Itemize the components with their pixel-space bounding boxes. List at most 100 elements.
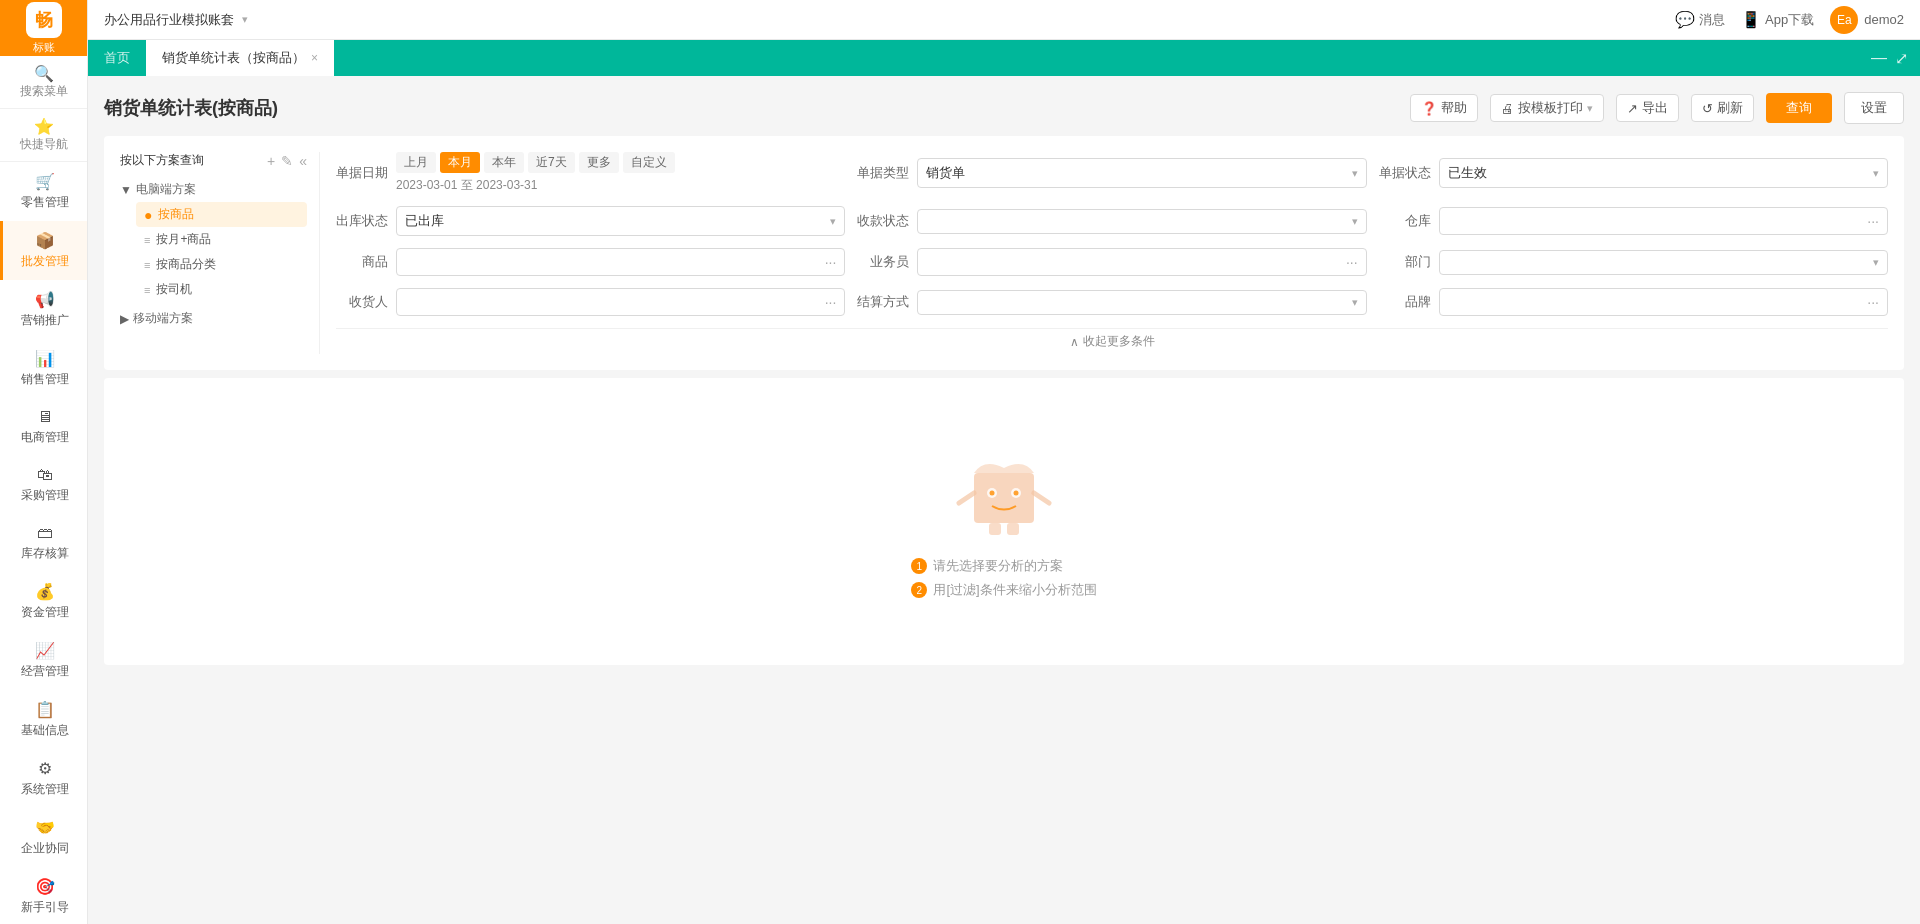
- date-tag-this-month[interactable]: 本月: [440, 152, 480, 173]
- settings-button[interactable]: 设置: [1844, 92, 1904, 124]
- sidebar-item-sales-label: 销售管理: [21, 371, 69, 388]
- app-logo: 畅 标账: [0, 0, 87, 56]
- filter-field-receiptstatus: 收款状态 ▾: [857, 206, 1366, 236]
- industry-dropdown-icon[interactable]: ▾: [242, 13, 248, 26]
- filter-field-docstatus: 单据状态 已生效 ▾: [1379, 152, 1888, 194]
- salesperson-dots-icon[interactable]: ···: [1346, 254, 1358, 270]
- goods-control[interactable]: ···: [396, 248, 845, 276]
- sidebar-item-inventory[interactable]: 🗃 库存核算: [0, 514, 87, 572]
- sidebar-item-ecommerce[interactable]: 🖥 电商管理: [0, 398, 87, 456]
- settlement-select[interactable]: ▾: [917, 290, 1366, 315]
- tip-num-1: 1: [911, 558, 927, 574]
- brand-control[interactable]: ···: [1439, 288, 1888, 316]
- search-menu[interactable]: 🔍 搜索菜单: [0, 56, 87, 109]
- sidebar-item-ecommerce-label: 电商管理: [21, 429, 69, 446]
- query-button[interactable]: 查询: [1766, 93, 1832, 123]
- scheme-edit-icon[interactable]: ✎: [281, 153, 293, 169]
- outstatus-control[interactable]: 已出库 ▾: [396, 206, 845, 236]
- salesperson-select[interactable]: ···: [917, 248, 1366, 276]
- window-min-icon[interactable]: —: [1871, 49, 1887, 67]
- scheme-item-by-goods[interactable]: ● 按商品: [136, 202, 307, 227]
- app-download-link[interactable]: 📱 App下载: [1741, 10, 1814, 29]
- brand-dots-icon[interactable]: ···: [1867, 294, 1879, 310]
- refresh-button[interactable]: ↺ 刷新: [1691, 94, 1754, 122]
- date-tag-custom[interactable]: 自定义: [623, 152, 675, 173]
- collapse-label: 收起更多条件: [1083, 333, 1155, 350]
- sidebar-item-operation[interactable]: 📈 经营管理: [0, 631, 87, 690]
- receiptstatus-select[interactable]: ▾: [917, 209, 1366, 234]
- sidebar-item-sales[interactable]: 📊 销售管理: [0, 339, 87, 398]
- warehouse-dots-icon[interactable]: ···: [1867, 213, 1879, 229]
- brand-select[interactable]: ···: [1439, 288, 1888, 316]
- goods-select[interactable]: ···: [396, 248, 845, 276]
- department-control[interactable]: ▾: [1439, 250, 1888, 275]
- date-tag-more[interactable]: 更多: [579, 152, 619, 173]
- scheme-add-icon[interactable]: +: [267, 153, 275, 169]
- sidebar-item-collab[interactable]: 🤝 企业协同: [0, 808, 87, 867]
- tab-active[interactable]: 销货单统计表（按商品） ×: [146, 40, 334, 76]
- doctype-control[interactable]: 销货单 ▾: [917, 158, 1366, 188]
- sidebar-item-marketing[interactable]: 📢 营销推广: [0, 280, 87, 339]
- salesperson-control[interactable]: ···: [917, 248, 1366, 276]
- window-max-icon[interactable]: ⤢: [1895, 49, 1908, 68]
- filter-row-4: 收货人 ··· 结算方式: [336, 288, 1888, 316]
- receiver-select[interactable]: ···: [396, 288, 845, 316]
- scheme-item-by-category[interactable]: ≡ 按商品分类: [136, 252, 307, 277]
- app-download-icon: 📱: [1741, 10, 1761, 29]
- page-title: 销货单统计表(按商品): [104, 96, 278, 120]
- scheme-item-by-driver[interactable]: ≡ 按司机: [136, 277, 307, 302]
- sidebar-item-purchase[interactable]: 🛍 采购管理: [0, 456, 87, 514]
- scheme-group-pc-title[interactable]: ▼ 电脑端方案: [120, 177, 307, 202]
- collapse-button[interactable]: ∧ 收起更多条件: [1070, 333, 1155, 350]
- quick-nav[interactable]: ⭐ 快捷导航: [0, 109, 87, 162]
- receiptstatus-control[interactable]: ▾: [917, 209, 1366, 234]
- department-label: 部门: [1379, 253, 1431, 271]
- scheme-items-pc: ● 按商品 ≡ 按月+商品 ≡ 按商品分类: [120, 202, 307, 302]
- scheme-collapse-icon[interactable]: «: [299, 153, 307, 169]
- warehouse-control[interactable]: ···: [1439, 207, 1888, 235]
- message-icon: 💬: [1675, 10, 1695, 29]
- sidebar-item-finance[interactable]: 💰 资金管理: [0, 572, 87, 631]
- avatar-text: Ea: [1837, 13, 1852, 27]
- docstatus-control[interactable]: 已生效 ▾: [1439, 158, 1888, 188]
- svg-line-5: [959, 493, 974, 503]
- scheme-panel: 按以下方案查询 + ✎ « ▼ 电脑端方案: [120, 152, 320, 354]
- tab-close-icon[interactable]: ×: [311, 51, 318, 65]
- docstatus-value: 已生效: [1448, 164, 1869, 182]
- tab-home[interactable]: 首页: [88, 40, 146, 76]
- receiver-dots-icon[interactable]: ···: [825, 294, 837, 310]
- sidebar-item-system[interactable]: ⚙ 系统管理: [0, 749, 87, 808]
- department-select[interactable]: ▾: [1439, 250, 1888, 275]
- export-button[interactable]: ↗ 导出: [1616, 94, 1679, 122]
- doctype-select[interactable]: 销货单 ▾: [917, 158, 1366, 188]
- outstatus-select[interactable]: 已出库 ▾: [396, 206, 845, 236]
- receiver-control[interactable]: ···: [396, 288, 845, 316]
- print-button[interactable]: 🖨 按模板打印 ▾: [1490, 94, 1604, 122]
- docstatus-select[interactable]: 已生效 ▾: [1439, 158, 1888, 188]
- mobile-group-arrow-icon: ▶: [120, 312, 129, 326]
- filter-field-warehouse: 仓库 ···: [1379, 206, 1888, 236]
- help-button[interactable]: ❓ 帮助: [1410, 94, 1478, 122]
- collapse-icon: ∧: [1070, 335, 1079, 349]
- scheme-group-mobile-title[interactable]: ▶ 移动端方案: [120, 306, 307, 331]
- sidebar-item-guide[interactable]: 🎯 新手引导: [0, 867, 87, 924]
- sidebar-item-retail[interactable]: 🛒 零售管理: [0, 162, 87, 221]
- warehouse-select[interactable]: ···: [1439, 207, 1888, 235]
- date-tag-7days[interactable]: 近7天: [528, 152, 575, 173]
- basic-icon: 📋: [35, 700, 55, 719]
- date-tag-last-month[interactable]: 上月: [396, 152, 436, 173]
- sidebar-item-basic[interactable]: 📋 基础信息: [0, 690, 87, 749]
- date-tag-this-year[interactable]: 本年: [484, 152, 524, 173]
- header-right: 💬 消息 📱 App下载 Ea demo2: [1675, 6, 1904, 34]
- inventory-icon: 🗃: [37, 524, 53, 542]
- filter-field-department: 部门 ▾: [1379, 248, 1888, 276]
- user-area[interactable]: Ea demo2: [1830, 6, 1904, 34]
- scheme-group-mobile: ▶ 移动端方案: [120, 306, 307, 331]
- by-driver-label: 按司机: [156, 281, 192, 298]
- sidebar-item-wholesale[interactable]: 📦 批发管理: [0, 221, 87, 280]
- goods-dots-icon[interactable]: ···: [825, 254, 837, 270]
- scheme-item-by-month-goods[interactable]: ≡ 按月+商品: [136, 227, 307, 252]
- message-link[interactable]: 💬 消息: [1675, 10, 1725, 29]
- settlement-control[interactable]: ▾: [917, 290, 1366, 315]
- scheme-header: 按以下方案查询 + ✎ «: [120, 152, 307, 169]
